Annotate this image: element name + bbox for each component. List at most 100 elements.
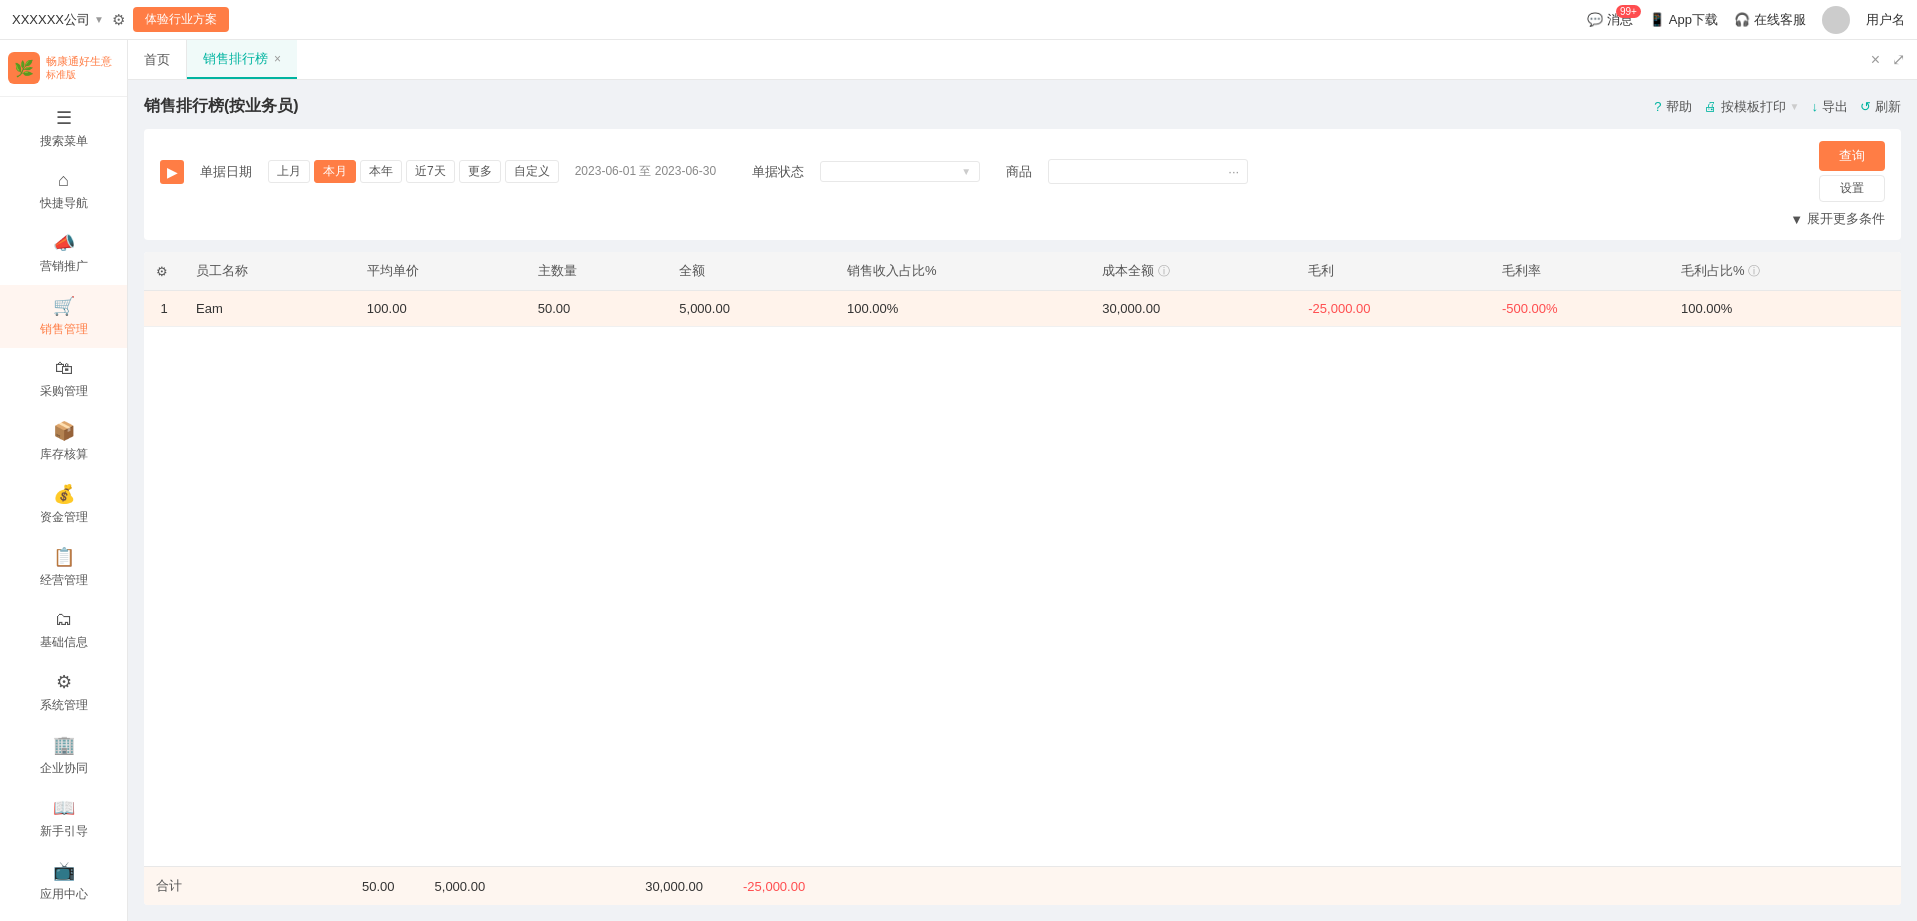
sidebar-item-wechat[interactable]: 💬 企业微信 [0,913,127,921]
message-button[interactable]: 💬 消息 99+ [1587,11,1633,29]
date-btn-custom[interactable]: 自定义 [505,160,559,183]
guide-icon: 📖 [53,797,75,819]
sidebar-item-system[interactable]: ⚙ 系统管理 [0,661,127,724]
sidebar-item-operation[interactable]: 📋 经营管理 [0,536,127,599]
apps-icon: 📺 [53,860,75,882]
sidebar-label-inventory: 库存核算 [40,446,88,463]
logo-icon: 🌿 [8,52,40,84]
expand-more-btn[interactable]: ▼ 展开更多条件 [1790,210,1885,228]
date-range-box: 上月 本月 本年 近7天 更多 自定义 [268,160,559,183]
export-icon: ↓ [1812,99,1819,114]
export-label: 导出 [1822,98,1848,116]
sidebar-item-enterprise[interactable]: 🏢 企业协同 [0,724,127,787]
marketing-icon: 📣 [53,232,75,254]
sidebar-item-sales[interactable]: 🛒 销售管理 [0,285,127,348]
cell-rank: 1 [144,291,184,327]
settings-button[interactable]: 设置 [1819,175,1885,202]
col-settings-icon[interactable]: ⚙ [144,252,184,291]
goods-label: 商品 [1006,163,1032,181]
tab-home[interactable]: 首页 [128,40,187,79]
cell-gross-pct: 100.00% [1669,291,1901,327]
message-icon: 💬 [1587,12,1603,27]
table-row: 1 Eam 100.00 50.00 5,000.00 100.00% 30,0… [144,291,1901,327]
table-empty-space [144,327,1901,866]
sidebar-label-system: 系统管理 [40,697,88,714]
sidebar-logo: 🌿 畅康通好生意 标准版 [0,40,127,97]
sidebar-item-search[interactable]: ☰ 搜索菜单 [0,97,127,160]
print-icon: 🖨 [1704,99,1717,114]
trial-button[interactable]: 体验行业方案 [133,7,229,32]
help-label: 帮助 [1666,98,1692,116]
export-button[interactable]: ↓ 导出 [1812,98,1849,116]
main-layout: 🌿 畅康通好生意 标准版 ☰ 搜索菜单 ⌂ 快捷导航 📣 营销推广 🛒 销售管理… [0,40,1917,921]
filter-row-expand: ▼ 展开更多条件 [160,210,1885,228]
print-chevron-icon: ▼ [1790,101,1800,112]
goods-input[interactable]: ··· [1048,159,1248,184]
date-btn-more[interactable]: 更多 [459,160,501,183]
status-label: 单据状态 [752,163,804,181]
app-download-button[interactable]: 📱 App下载 [1649,11,1718,29]
sidebar-label-search: 搜索菜单 [40,133,88,150]
company-name: XXXXXX公司 [12,11,90,29]
avatar[interactable] [1822,6,1850,34]
sidebar-item-quick[interactable]: ⌂ 快捷导航 [0,160,127,222]
goods-more-icon[interactable]: ··· [1228,164,1239,179]
inventory-icon: 📦 [53,420,75,442]
filter-row-1: ▶ 单据日期 上月 本月 本年 近7天 更多 自定义 2023-06-01 至 … [160,141,1885,202]
basic-icon: 🗂 [55,609,73,630]
sidebar-item-inventory[interactable]: 📦 库存核算 [0,410,127,473]
sidebar-label-marketing: 营销推广 [40,258,88,275]
date-range-text: 2023-06-01 至 2023-06-30 [575,163,716,180]
sidebar-item-purchase[interactable]: 🛍 采购管理 [0,348,127,410]
cell-amount: 5,000.00 [667,291,835,327]
service-label: 在线客服 [1754,11,1806,29]
query-button[interactable]: 查询 [1819,141,1885,171]
system-icon: ⚙ [56,671,72,693]
tab-bar-maximize-icon[interactable]: ⤢ [1888,46,1909,73]
sidebar-label-finance: 资金管理 [40,509,88,526]
sidebar-item-guide[interactable]: 📖 新手引导 [0,787,127,850]
filter-collapse-btn[interactable]: ▶ [160,160,184,184]
tab-close-icon[interactable]: × [274,52,281,66]
table-header-row: ⚙ 员工名称 平均单价 主数量 全额 销售收入占比% 成本全额 ⓘ 毛利 毛利率… [144,252,1901,291]
company-gear-icon[interactable]: ⚙ [112,11,125,29]
footer-label: 合计 [156,877,182,895]
username-label[interactable]: 用户名 [1866,11,1905,29]
date-btn-7days[interactable]: 近7天 [406,160,455,183]
cost-info-icon[interactable]: ⓘ [1158,264,1170,278]
date-btn-this-month[interactable]: 本月 [314,160,356,183]
sidebar-item-finance[interactable]: 💰 资金管理 [0,473,127,536]
online-service-button[interactable]: 🎧 在线客服 [1734,11,1806,29]
sidebar-item-apps[interactable]: 📺 应用中心 [0,850,127,913]
col-main-qty: 主数量 [526,252,668,291]
tab-bar-close-icon[interactable]: × [1867,47,1884,73]
refresh-button[interactable]: ↺ 刷新 [1860,98,1901,116]
data-table: ⚙ 员工名称 平均单价 主数量 全额 销售收入占比% 成本全额 ⓘ 毛利 毛利率… [144,252,1901,327]
top-bar-right: 💬 消息 99+ 📱 App下载 🎧 在线客服 用户名 [1587,6,1905,34]
footer-main-qty: 50.00 [362,879,395,894]
company-selector[interactable]: XXXXXX公司 ▼ [12,11,104,29]
sidebar-item-basic[interactable]: 🗂 基础信息 [0,599,127,661]
page-title: 销售排行榜(按业务员) [144,96,299,117]
date-btn-last-month[interactable]: 上月 [268,160,310,183]
top-bar: XXXXXX公司 ▼ ⚙ 体验行业方案 💬 消息 99+ 📱 App下载 🎧 在… [0,0,1917,40]
sidebar-item-marketing[interactable]: 📣 营销推广 [0,222,127,285]
search-menu-icon: ☰ [56,107,72,129]
tab-home-label: 首页 [144,51,170,69]
sidebar-label-guide: 新手引导 [40,823,88,840]
gross-pct-info-icon[interactable]: ⓘ [1748,264,1760,278]
status-select[interactable]: ▼ [820,161,980,182]
help-button[interactable]: ? 帮助 [1654,98,1691,116]
page-content: 销售排行榜(按业务员) ? 帮助 🖨 按模板打印 ▼ ↓ 导出 [128,80,1917,921]
date-label: 单据日期 [200,163,252,181]
sales-icon: 🛒 [53,295,75,317]
date-btn-this-year[interactable]: 本年 [360,160,402,183]
print-button[interactable]: 🖨 按模板打印 ▼ [1704,98,1800,116]
filter-bar: ▶ 单据日期 上月 本月 本年 近7天 更多 自定义 2023-06-01 至 … [144,129,1901,240]
enterprise-icon: 🏢 [53,734,75,756]
table-wrapper: ⚙ 员工名称 平均单价 主数量 全额 销售收入占比% 成本全额 ⓘ 毛利 毛利率… [144,252,1901,905]
table-footer: 合计 50.00 5,000.00 30,000.00 -25,000.00 [144,866,1901,905]
cell-gross: -25,000.00 [1296,291,1490,327]
tab-sales-ranking[interactable]: 销售排行榜 × [187,40,297,79]
sidebar-label-enterprise: 企业协同 [40,760,88,777]
